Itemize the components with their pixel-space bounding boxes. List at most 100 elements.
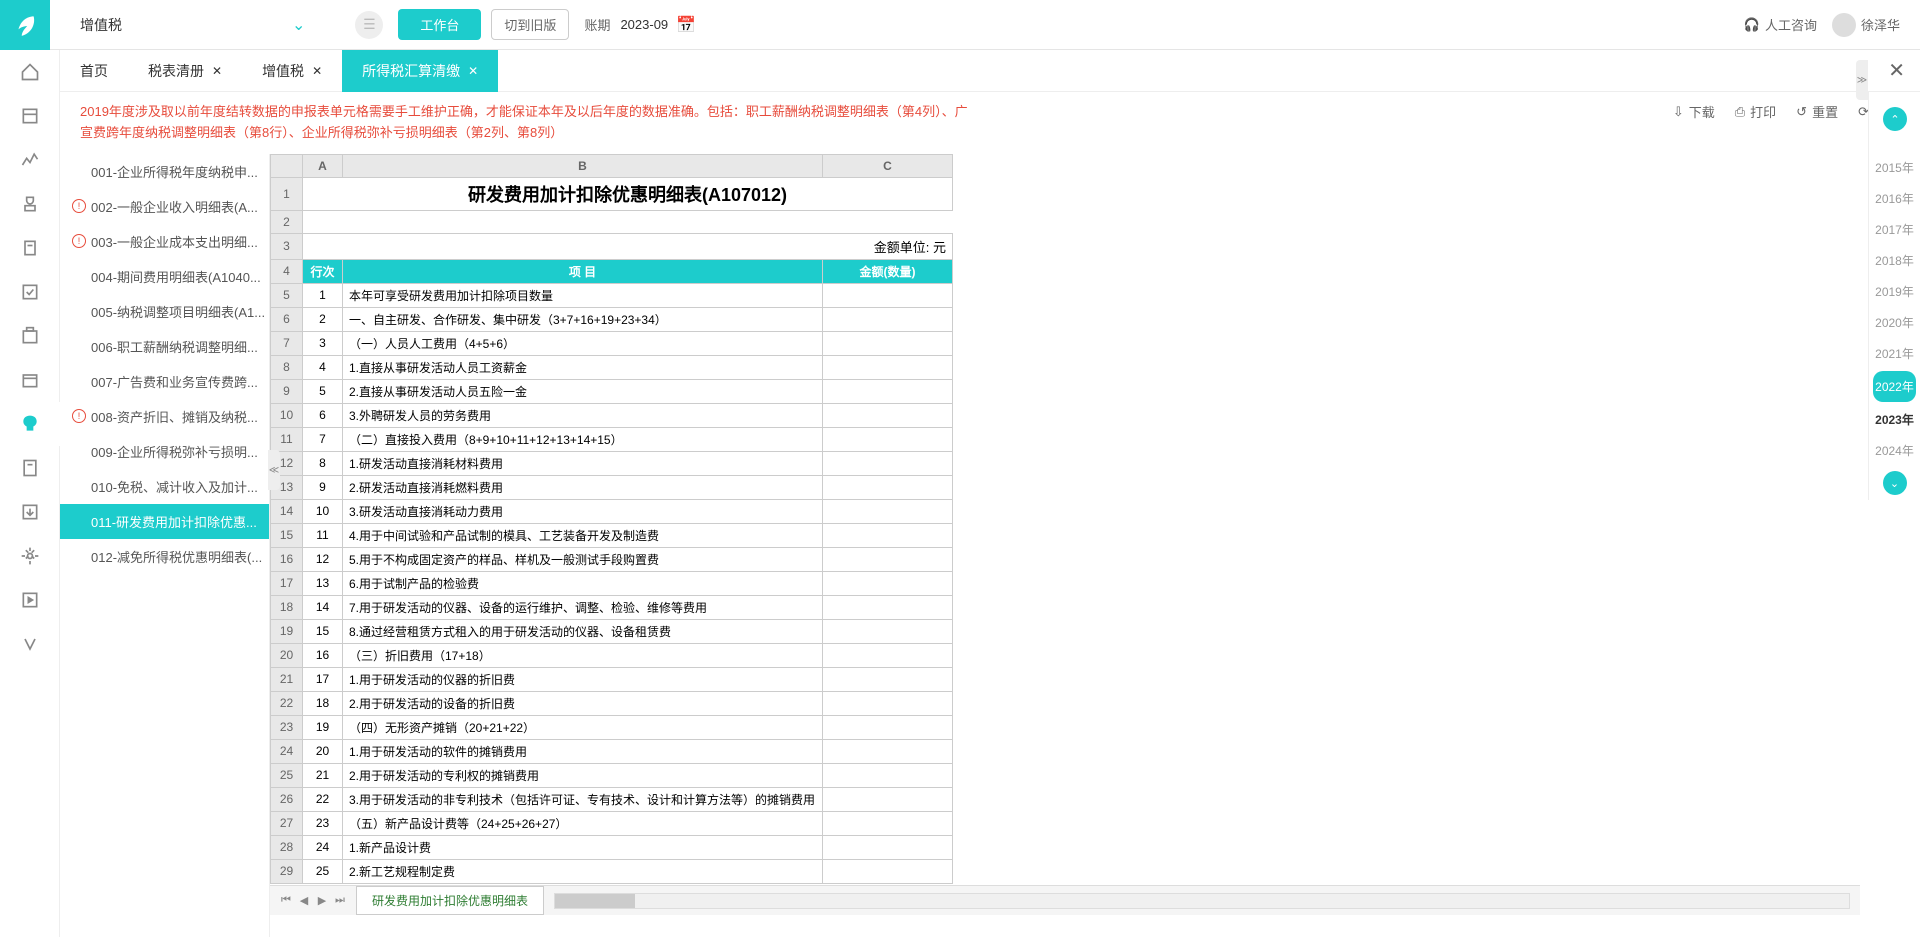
print-button[interactable]: ⎙打印 <box>1735 102 1776 121</box>
switch-old-button[interactable]: 切到旧版 <box>491 9 569 40</box>
calendar-icon[interactable]: 📅 <box>676 15 696 35</box>
year-down-icon[interactable]: ⌄ <box>1883 471 1907 495</box>
year-item[interactable]: 2017年 <box>1869 214 1920 245</box>
corner-cell[interactable] <box>271 154 303 177</box>
row-header[interactable]: 7 <box>271 331 303 355</box>
row-header[interactable]: 27 <box>271 811 303 835</box>
year-item[interactable]: 2022年 <box>1873 371 1916 402</box>
year-up-icon[interactable]: ⌃ <box>1883 107 1907 131</box>
form-list-item[interactable]: !002-一般企业收入明细表(A... <box>60 189 269 224</box>
col-header[interactable]: B <box>343 154 823 177</box>
row-header[interactable]: 8 <box>271 355 303 379</box>
form-list-item[interactable]: 011-研发费用加计扣除优惠... <box>60 504 269 539</box>
nav-settings-icon[interactable] <box>0 534 60 578</box>
amount-cell[interactable] <box>823 859 953 883</box>
tab-tax-list[interactable]: 税表清册✕ <box>128 50 242 92</box>
row-header[interactable]: 14 <box>271 499 303 523</box>
consult-button[interactable]: 🎧 人工咨询 <box>1744 15 1817 34</box>
tab-income-tax[interactable]: 所得税汇算清缴✕ <box>342 50 498 92</box>
nav-check-icon[interactable] <box>0 270 60 314</box>
nav-calendar-icon[interactable] <box>0 358 60 402</box>
amount-cell[interactable] <box>823 451 953 475</box>
year-item[interactable]: 2018年 <box>1869 245 1920 276</box>
amount-cell[interactable] <box>823 523 953 547</box>
amount-cell[interactable] <box>823 619 953 643</box>
amount-cell[interactable] <box>823 571 953 595</box>
amount-cell[interactable] <box>823 595 953 619</box>
form-list-item[interactable]: 001-企业所得税年度纳税申... <box>60 154 269 189</box>
amount-cell[interactable] <box>823 331 953 355</box>
year-item[interactable]: 2020年 <box>1869 307 1920 338</box>
row-header[interactable]: 28 <box>271 835 303 859</box>
row-header[interactable]: 3 <box>271 233 303 259</box>
tab-vat[interactable]: 增值税✕ <box>242 50 342 92</box>
row-header[interactable]: 24 <box>271 739 303 763</box>
row-header[interactable]: 23 <box>271 715 303 739</box>
row-header[interactable]: 17 <box>271 571 303 595</box>
nav-export-icon[interactable] <box>0 490 60 534</box>
sheet-last-icon[interactable]: ⏭ <box>332 894 348 907</box>
amount-cell[interactable] <box>823 787 953 811</box>
year-item[interactable]: 2024年 <box>1869 435 1920 466</box>
amount-cell[interactable] <box>823 715 953 739</box>
collapse-right-icon[interactable]: ≫ <box>1856 60 1868 100</box>
amount-cell[interactable] <box>823 427 953 451</box>
spreadsheet[interactable]: ABC1研发费用加计扣除优惠明细表(A107012)23金额单位: 元4行次项 … <box>270 154 953 884</box>
year-item[interactable]: 2023年 <box>1869 404 1920 435</box>
row-header[interactable]: 1 <box>271 177 303 210</box>
amount-cell[interactable] <box>823 763 953 787</box>
form-list-item[interactable]: 007-广告费和业务宣传费跨... <box>60 364 269 399</box>
close-icon[interactable]: ✕ <box>212 64 222 78</box>
year-item[interactable]: 2015年 <box>1869 152 1920 183</box>
nav-analytics-icon[interactable] <box>0 138 60 182</box>
amount-cell[interactable] <box>823 379 953 403</box>
amount-cell[interactable] <box>823 499 953 523</box>
form-list-item[interactable]: 009-企业所得税弥补亏损明... <box>60 434 269 469</box>
form-list-item[interactable]: 010-免税、减计收入及加计... <box>60 469 269 504</box>
nav-money-icon[interactable] <box>0 182 60 226</box>
form-list-item[interactable]: !008-资产折旧、摊销及纳税... <box>60 399 269 434</box>
module-dropdown-label[interactable]: 增值税 <box>80 15 122 35</box>
form-list-item[interactable]: 006-职工薪酬纳税调整明细... <box>60 329 269 364</box>
amount-cell[interactable] <box>823 547 953 571</box>
nav-play-icon[interactable] <box>0 578 60 622</box>
row-header[interactable]: 20 <box>271 643 303 667</box>
row-header[interactable]: 22 <box>271 691 303 715</box>
nav-tax-icon[interactable] <box>0 402 60 446</box>
sheet-tab-active[interactable]: 研发费用加计扣除优惠明细表 <box>356 886 544 915</box>
app-logo[interactable] <box>0 0 50 50</box>
row-header[interactable]: 29 <box>271 859 303 883</box>
amount-cell[interactable] <box>823 811 953 835</box>
amount-cell[interactable] <box>823 307 953 331</box>
row-header[interactable]: 11 <box>271 427 303 451</box>
col-header[interactable]: C <box>823 154 953 177</box>
row-header[interactable]: 6 <box>271 307 303 331</box>
sheet-prev-icon[interactable]: ◀ <box>296 894 312 907</box>
row-header[interactable]: 19 <box>271 619 303 643</box>
tab-home[interactable]: 首页 <box>60 50 128 92</box>
close-all-tabs-icon[interactable]: ✕ <box>1888 58 1905 83</box>
row-header[interactable]: 4 <box>271 259 303 283</box>
nav-forms-icon[interactable] <box>0 94 60 138</box>
nav-file-icon[interactable] <box>0 446 60 490</box>
row-header[interactable]: 16 <box>271 547 303 571</box>
amount-cell[interactable] <box>823 739 953 763</box>
amount-cell[interactable] <box>823 667 953 691</box>
user-menu[interactable]: 徐泽华 <box>1832 13 1900 37</box>
row-header[interactable]: 25 <box>271 763 303 787</box>
form-list-item[interactable]: !003-一般企业成本支出明细... <box>60 224 269 259</box>
amount-cell[interactable] <box>823 835 953 859</box>
row-header[interactable]: 9 <box>271 379 303 403</box>
nav-v-icon[interactable] <box>0 622 60 666</box>
amount-cell[interactable] <box>823 475 953 499</box>
nav-clipboard-icon[interactable] <box>0 226 60 270</box>
nav-building-icon[interactable] <box>0 314 60 358</box>
year-item[interactable]: 2019年 <box>1869 276 1920 307</box>
row-header[interactable]: 21 <box>271 667 303 691</box>
sheet-first-icon[interactable]: ⏮ <box>278 894 294 907</box>
amount-cell[interactable] <box>823 283 953 307</box>
reset-button[interactable]: ↺重置 <box>1796 102 1838 121</box>
row-header[interactable]: 5 <box>271 283 303 307</box>
form-list-item[interactable]: 012-减免所得税优惠明细表(... <box>60 539 269 574</box>
sheet-next-icon[interactable]: ▶ <box>314 894 330 907</box>
